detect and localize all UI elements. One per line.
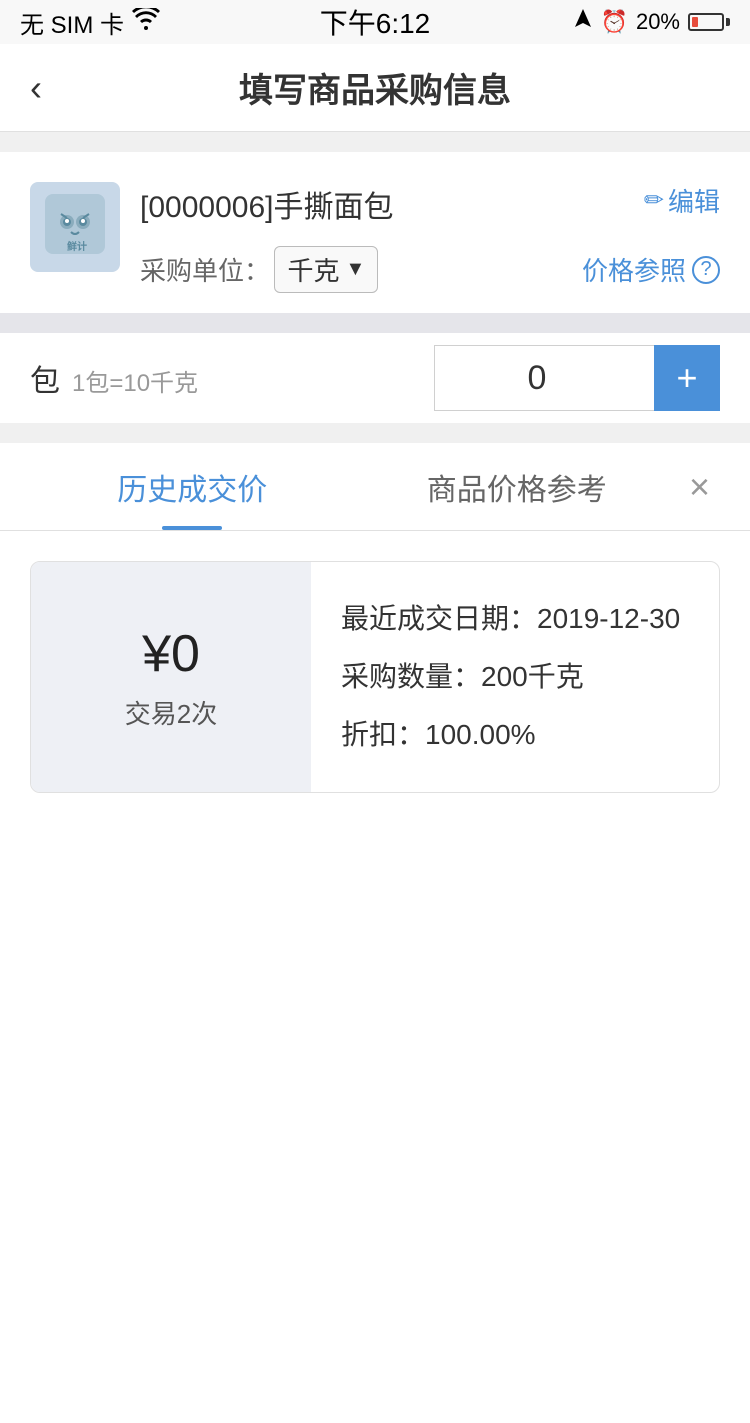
history-trades: 交易2次: [125, 694, 217, 731]
history-discount: 折扣：100.00%: [341, 714, 689, 756]
edit-label: 编辑: [668, 182, 720, 219]
quantity-conversion: 1包=10千克: [72, 363, 198, 398]
history-card: ¥0 交易2次 最近成交日期：2019-12-30 采购数量：200千克 折扣：…: [30, 561, 720, 793]
unit-select[interactable]: 千克 ▼: [274, 246, 378, 293]
quantity-row: 包 1包=10千克 +: [0, 333, 750, 423]
battery-icon: [688, 13, 730, 31]
price-ref-button[interactable]: 价格参照 ?: [582, 251, 720, 288]
product-section: 鲜计 [0000006]手撕面包 ✏ 编辑 采购单位： 千克 ▼ 价格参照 ?: [0, 152, 750, 313]
unit-value: 千克: [287, 251, 339, 288]
svg-text:鲜计: 鲜计: [67, 240, 87, 253]
alarm-icon: ⏰: [601, 9, 628, 35]
history-quantity: 采购数量：200千克: [341, 656, 689, 698]
page-title: 填写商品采购信息: [239, 63, 511, 112]
quantity-input[interactable]: [434, 345, 654, 411]
history-content: ¥0 交易2次 最近成交日期：2019-12-30 采购数量：200千克 折扣：…: [0, 531, 750, 823]
carrier-text: 无 SIM 卡: [20, 5, 124, 40]
dropdown-icon: ▼: [345, 258, 365, 281]
tab-header: 历史成交价 商品价格参考 ×: [0, 443, 750, 531]
gps-icon: [573, 7, 593, 37]
product-logo-icon: 鲜计: [45, 194, 105, 261]
unit-label-group: 采购单位： 千克 ▼: [140, 246, 378, 293]
quantity-plus-button[interactable]: +: [654, 345, 720, 411]
tab-history-label: 历史成交价: [117, 465, 267, 509]
nav-bar: ‹ 填写商品采购信息: [0, 44, 750, 132]
status-time: 下午6:12: [320, 2, 431, 42]
product-info: [0000006]手撕面包 ✏ 编辑 采购单位： 千克 ▼ 价格参照 ?: [140, 182, 720, 293]
tab-price-ref-label: 商品价格参考: [427, 465, 607, 509]
product-image: 鲜计: [30, 182, 120, 272]
quantity-input-group: +: [434, 345, 720, 411]
quantity-label-group: 包 1包=10千克: [30, 356, 198, 400]
price-ref-label: 价格参照: [582, 251, 686, 288]
page-body: [0, 823, 750, 1423]
status-bar: 无 SIM 卡 下午6:12 ⏰ 20%: [0, 0, 750, 44]
wifi-icon: [132, 8, 160, 37]
status-left: 无 SIM 卡: [20, 5, 160, 40]
quantity-unit: 包: [30, 356, 60, 400]
history-card-right: 最近成交日期：2019-12-30 采购数量：200千克 折扣：100.00%: [311, 562, 719, 792]
history-card-left: ¥0 交易2次: [31, 562, 311, 792]
tab-price-reference[interactable]: 商品价格参考: [354, 443, 678, 530]
tab-close-button[interactable]: ×: [679, 456, 720, 518]
tab-active-underline: [162, 526, 222, 530]
history-date: 最近成交日期：2019-12-30: [341, 598, 689, 640]
tab-history-price[interactable]: 历史成交价: [30, 443, 354, 530]
battery-percent: 20%: [636, 9, 680, 35]
product-header: [0000006]手撕面包 ✏ 编辑: [140, 182, 720, 226]
unit-label-text: 采购单位：: [140, 256, 270, 286]
tab-section: 历史成交价 商品价格参考 × ¥0 交易2次 最近成交日期：2019-12-30…: [0, 443, 750, 823]
help-icon: ?: [692, 256, 720, 284]
back-button[interactable]: ‹: [30, 70, 42, 106]
history-price: ¥0: [142, 624, 200, 684]
product-unit-row: 采购单位： 千克 ▼ 价格参照 ?: [140, 246, 720, 293]
edit-button[interactable]: ✏ 编辑: [644, 182, 720, 219]
product-name: [0000006]手撕面包: [140, 182, 393, 226]
status-right: ⏰ 20%: [573, 7, 730, 37]
gray-divider: [0, 313, 750, 333]
edit-icon: ✏: [644, 186, 664, 215]
